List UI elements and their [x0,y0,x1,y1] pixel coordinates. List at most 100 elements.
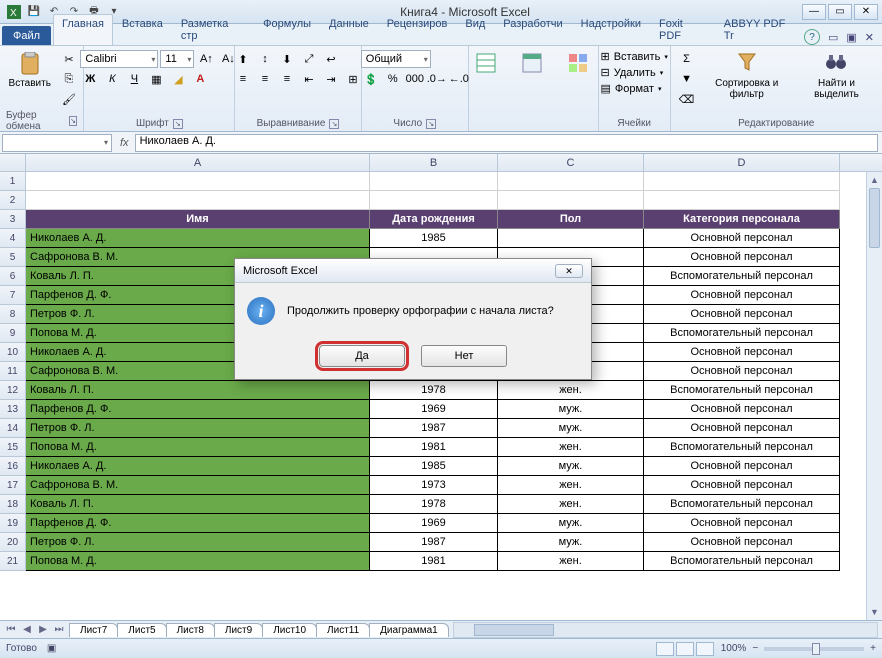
format-table-button[interactable] [512,50,554,78]
sheet-tab[interactable]: Лист11 [316,623,370,637]
table-header-cell[interactable]: Категория персонала [644,210,840,229]
dialog-titlebar[interactable]: Microsoft Excel ✕ [235,259,591,283]
increase-indent-icon[interactable]: ⇥ [321,70,341,88]
formula-input[interactable]: Николаев А. Д. [135,134,878,152]
cell[interactable]: Петров Ф. Л. [26,533,370,552]
cell-styles-button[interactable] [558,50,600,78]
hscroll-thumb[interactable] [474,624,554,636]
col-header-d[interactable]: D [644,154,840,171]
scroll-up-icon[interactable]: ▲ [867,172,882,188]
cell[interactable]: Основной персонал [644,362,840,381]
format-cells-button[interactable]: ▤Формат▾ [600,82,667,95]
find-select-button[interactable]: Найти и выделить [797,50,876,102]
cell[interactable] [26,191,370,210]
row-header[interactable]: 4 [0,229,26,248]
row-header[interactable]: 8 [0,305,26,324]
col-header-b[interactable]: B [370,154,498,171]
align-center-icon[interactable]: ≡ [255,70,275,88]
row-header[interactable]: 6 [0,267,26,286]
row-header[interactable]: 9 [0,324,26,343]
cell[interactable]: 1987 [370,533,498,552]
ribbon-tab[interactable]: Главная [53,14,113,45]
row-header[interactable]: 1 [0,172,26,191]
cell[interactable]: 1981 [370,438,498,457]
restore-workbook-icon[interactable]: ▣ [846,31,856,44]
save-icon[interactable]: 💾 [26,4,42,20]
ribbon-tab[interactable]: Надстройки [572,14,650,45]
align-top-icon[interactable]: ⬆ [233,50,253,68]
currency-icon[interactable]: 💲 [361,70,381,88]
cell[interactable]: 1978 [370,381,498,400]
cell[interactable]: Основной персонал [644,457,840,476]
dialog-launcher-icon[interactable]: ↘ [329,119,339,129]
cell[interactable]: Вспомогательный персонал [644,438,840,457]
cell[interactable] [644,191,840,210]
row-header[interactable]: 17 [0,476,26,495]
row-header[interactable]: 15 [0,438,26,457]
orientation-icon[interactable]: ⤢ [299,50,319,68]
row-header[interactable]: 7 [0,286,26,305]
cell[interactable]: жен. [498,552,644,571]
ribbon-tab[interactable]: ABBYY PDF Tr [715,14,804,45]
tab-file[interactable]: Файл [2,26,51,45]
row-header[interactable]: 16 [0,457,26,476]
sheet-tab[interactable]: Лист9 [214,623,263,637]
comma-icon[interactable]: 000 [405,70,425,88]
wrap-text-icon[interactable]: ↩ [321,50,341,68]
yes-button[interactable]: Да [319,345,405,367]
cell[interactable]: Николаев А. Д. [26,457,370,476]
cell[interactable]: 1973 [370,476,498,495]
cell[interactable]: Николаев А. Д. [26,229,370,248]
row-header[interactable]: 21 [0,552,26,571]
cell[interactable] [498,172,644,191]
align-right-icon[interactable]: ≡ [277,70,297,88]
cell[interactable]: Попова М. Д. [26,552,370,571]
cell[interactable] [644,172,840,191]
percent-icon[interactable]: % [383,70,403,88]
cell[interactable]: жен. [498,438,644,457]
cell[interactable]: жен. [498,381,644,400]
maximize-button[interactable]: ▭ [828,4,852,20]
cell[interactable]: Петров Ф. Л. [26,419,370,438]
ribbon-tab[interactable]: Данные [320,14,378,45]
font-color-icon[interactable]: A [190,70,210,88]
cell[interactable]: Основной персонал [644,343,840,362]
cell[interactable]: Основной персонал [644,419,840,438]
cell[interactable]: муж. [498,419,644,438]
delete-cells-button[interactable]: ⊟Удалить▾ [600,66,667,79]
ribbon-tab[interactable]: Рецензиров [378,14,457,45]
fill-icon[interactable]: ▼ [677,70,697,88]
decrease-indent-icon[interactable]: ⇤ [299,70,319,88]
scroll-thumb[interactable] [869,188,880,248]
increase-decimal-icon[interactable]: .0→ [427,70,447,88]
scroll-down-icon[interactable]: ▼ [867,604,882,620]
cell[interactable]: Коваль Л. П. [26,495,370,514]
cell[interactable] [370,172,498,191]
first-sheet-icon[interactable]: ⏮ [4,623,18,637]
cell[interactable]: Основной персонал [644,229,840,248]
cell[interactable]: жен. [498,495,644,514]
minimize-ribbon-icon[interactable]: ▭ [828,31,838,44]
paste-button[interactable]: Вставить [5,50,55,91]
fx-icon[interactable]: fx [114,137,135,149]
cell[interactable]: Основной персонал [644,533,840,552]
fill-color-icon[interactable]: ◢ [168,70,188,88]
row-header[interactable]: 19 [0,514,26,533]
cell[interactable]: Вспомогательный персонал [644,495,840,514]
cell[interactable]: Основной персонал [644,286,840,305]
row-header[interactable]: 11 [0,362,26,381]
copy-icon[interactable]: ⎘ [59,70,79,88]
font-name-combo[interactable]: Calibri [80,50,158,68]
autosum-icon[interactable]: Σ [677,50,697,68]
cell[interactable]: 1981 [370,552,498,571]
close-workbook-icon[interactable]: ✕ [865,31,874,44]
row-header[interactable]: 20 [0,533,26,552]
sheet-tab[interactable]: Диаграмма1 [369,623,449,637]
sort-filter-button[interactable]: Сортировка и фильтр [701,50,793,102]
cell[interactable] [26,172,370,191]
align-middle-icon[interactable]: ↕ [255,50,275,68]
cell[interactable]: Вспомогательный персонал [644,267,840,286]
borders-icon[interactable]: ▦ [146,70,166,88]
cell[interactable]: Вспомогательный персонал [644,552,840,571]
italic-button[interactable]: К [102,70,122,88]
